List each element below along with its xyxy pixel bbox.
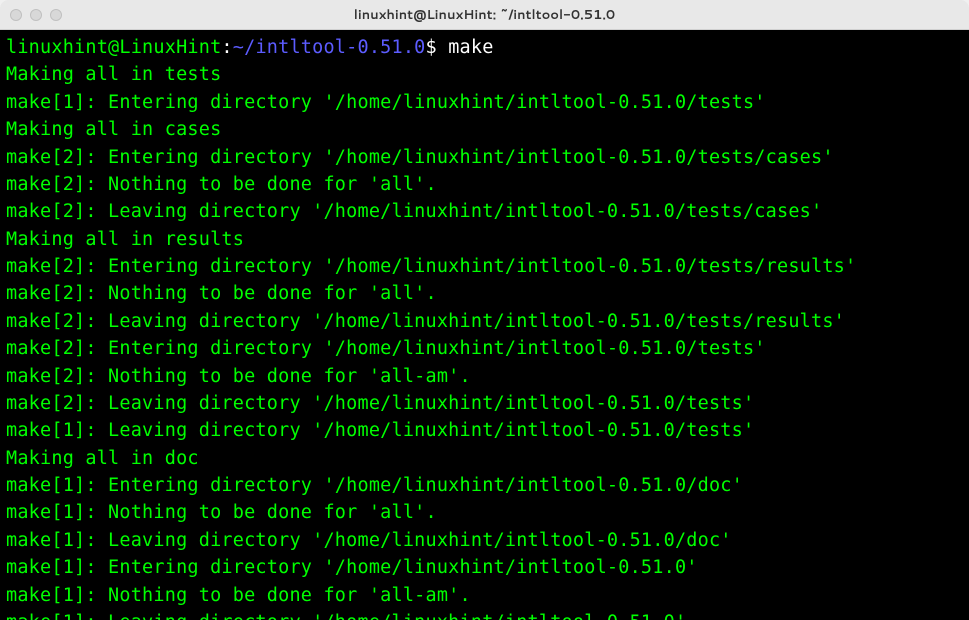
output-line: make[1]: Entering directory '/home/linux… xyxy=(6,89,963,116)
output-line: make[2]: Nothing to be done for 'all-am'… xyxy=(6,363,963,390)
prompt-colon: : xyxy=(221,37,232,58)
output-line: make[2]: Entering directory '/home/linux… xyxy=(6,144,963,171)
output-line: make[2]: Entering directory '/home/linux… xyxy=(6,335,963,362)
output-line: make[2]: Leaving directory '/home/linuxh… xyxy=(6,198,963,225)
output-line: make[1]: Leaving directory '/home/linuxh… xyxy=(6,417,963,444)
prompt-dollar: $ xyxy=(426,37,449,58)
terminal-window: linuxhint@LinuxHint: ~/intltool-0.51.0 l… xyxy=(0,0,969,620)
titlebar: linuxhint@LinuxHint: ~/intltool-0.51.0 xyxy=(0,0,969,30)
output-line: make[2]: Leaving directory '/home/linuxh… xyxy=(6,390,963,417)
output-line: Making all in doc xyxy=(6,445,963,472)
output-line: make[1]: Entering directory '/home/linux… xyxy=(6,554,963,581)
output-line: Making all in results xyxy=(6,226,963,253)
minimize-icon[interactable] xyxy=(30,9,42,21)
output-line: make[2]: Entering directory '/home/linux… xyxy=(6,253,963,280)
close-icon[interactable] xyxy=(10,9,22,21)
output-line: make[1]: Nothing to be done for 'all'. xyxy=(6,499,963,526)
prompt-path: ~/intltool-0.51.0 xyxy=(233,37,426,58)
output-line: make[1]: Nothing to be done for 'all-am'… xyxy=(6,582,963,609)
output-line: make[1]: Leaving directory '/home/linuxh… xyxy=(6,527,963,554)
window-title: linuxhint@LinuxHint: ~/intltool-0.51.0 xyxy=(354,6,615,24)
output-line: Making all in cases xyxy=(6,116,963,143)
output-line: make[2]: Nothing to be done for 'all'. xyxy=(6,171,963,198)
maximize-icon[interactable] xyxy=(50,9,62,21)
output-line: Making all in tests xyxy=(6,61,963,88)
output-container: Making all in testsmake[1]: Entering dir… xyxy=(6,61,963,620)
window-controls xyxy=(0,9,62,21)
output-line: make[1]: Entering directory '/home/linux… xyxy=(6,472,963,499)
output-line: make[2]: Nothing to be done for 'all'. xyxy=(6,280,963,307)
terminal-body[interactable]: linuxhint@LinuxHint:~/intltool-0.51.0$ m… xyxy=(0,30,969,620)
prompt-user-host: linuxhint@LinuxHint xyxy=(6,37,221,58)
output-line: make[2]: Leaving directory '/home/linuxh… xyxy=(6,308,963,335)
prompt-line: linuxhint@LinuxHint:~/intltool-0.51.0$ m… xyxy=(6,34,963,61)
output-line: make[1]: Leaving directory '/home/linuxh… xyxy=(6,609,963,620)
command-text: make xyxy=(448,37,493,58)
